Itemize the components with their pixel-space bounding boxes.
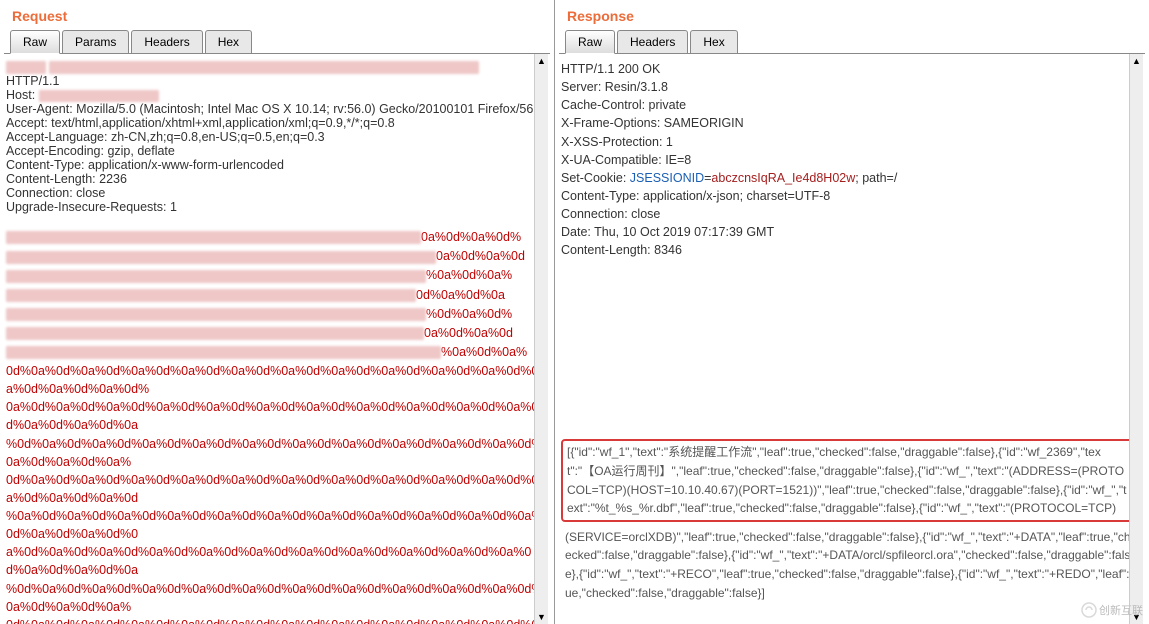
tab-request-hex[interactable]: Hex <box>205 30 252 53</box>
response-header-line: Server: Resin/3.1.8 <box>561 78 1141 96</box>
scroll-down-icon[interactable]: ▼ <box>1130 610 1144 624</box>
response-header-line: HTTP/1.1 200 OK <box>561 60 1141 78</box>
request-header-line: Connection: close <box>6 186 546 200</box>
scroll-up-icon[interactable]: ▲ <box>1130 54 1144 68</box>
response-json-overflow: (SERVICE=orclXDB)","leaf":true,"checked"… <box>561 528 1141 602</box>
response-panel: Response Raw Headers Hex HTTP/1.1 200 OK… <box>555 0 1149 624</box>
response-header-line: Cache-Control: private <box>561 96 1141 114</box>
request-header-line: Accept-Language: zh-CN,zh;q=0.8,en-US;q=… <box>6 130 546 144</box>
response-content-area: HTTP/1.1 200 OK Server: Resin/3.1.8 Cach… <box>559 54 1145 624</box>
response-json-highlight: [{"id":"wf_1","text":"系统提醒工作流","leaf":tr… <box>561 439 1133 521</box>
request-header-line: User-Agent: Mozilla/5.0 (Macintosh; Inte… <box>6 102 546 116</box>
response-title: Response <box>555 0 1149 28</box>
response-header-line: X-XSS-Protection: 1 <box>561 133 1141 151</box>
response-header-line: X-Frame-Options: SAMEORIGIN <box>561 114 1141 132</box>
request-panel: Request Raw Params Headers Hex HTTP/1.1 … <box>0 0 555 624</box>
request-header-line: Content-Type: application/x-www-form-url… <box>6 158 546 172</box>
request-scrollbar[interactable]: ▲ ▼ <box>534 54 548 624</box>
response-scrollbar[interactable]: ▲ ▼ <box>1129 54 1143 624</box>
response-header-line: Content-Length: 8346 <box>561 241 1141 259</box>
tab-response-raw[interactable]: Raw <box>565 30 615 54</box>
request-header-line: Host: <box>6 88 546 102</box>
response-header-line: Content-Type: application/x-json; charse… <box>561 187 1141 205</box>
request-header-line: Content-Length: 2236 <box>6 172 546 186</box>
tab-request-raw[interactable]: Raw <box>10 30 60 54</box>
response-raw-view[interactable]: HTTP/1.1 200 OK Server: Resin/3.1.8 Cach… <box>559 54 1145 624</box>
response-set-cookie: Set-Cookie: JSESSIONID=abczcnsIqRA_Ie4d8… <box>561 169 1141 187</box>
request-header-line: Upgrade-Insecure-Requests: 1 <box>6 200 546 214</box>
request-content-area: HTTP/1.1 Host: User-Agent: Mozilla/5.0 (… <box>4 54 550 624</box>
tab-response-headers[interactable]: Headers <box>617 30 688 53</box>
request-body: 0a%0d%0a%0d%0a%0d%0a%0d%0a%0d%0a%0d%0a%0… <box>6 228 546 624</box>
response-tab-bar: Raw Headers Hex <box>555 30 1149 53</box>
tab-request-params[interactable]: Params <box>62 30 129 53</box>
request-tab-bar: Raw Params Headers Hex <box>0 30 554 53</box>
response-header-line: Date: Thu, 10 Oct 2019 07:17:39 GMT <box>561 223 1141 241</box>
request-header-line: Accept-Encoding: gzip, deflate <box>6 144 546 158</box>
scroll-up-icon[interactable]: ▲ <box>535 54 549 68</box>
response-header-line: Connection: close <box>561 205 1141 223</box>
request-header-line: Accept: text/html,application/xhtml+xml,… <box>6 116 546 130</box>
response-header-line: X-UA-Compatible: IE=8 <box>561 151 1141 169</box>
request-header-line: HTTP/1.1 <box>6 74 546 88</box>
tab-request-headers[interactable]: Headers <box>131 30 202 53</box>
request-title: Request <box>0 0 554 28</box>
request-raw-view[interactable]: HTTP/1.1 Host: User-Agent: Mozilla/5.0 (… <box>4 54 550 624</box>
scroll-down-icon[interactable]: ▼ <box>535 610 549 624</box>
tab-response-hex[interactable]: Hex <box>690 30 737 53</box>
